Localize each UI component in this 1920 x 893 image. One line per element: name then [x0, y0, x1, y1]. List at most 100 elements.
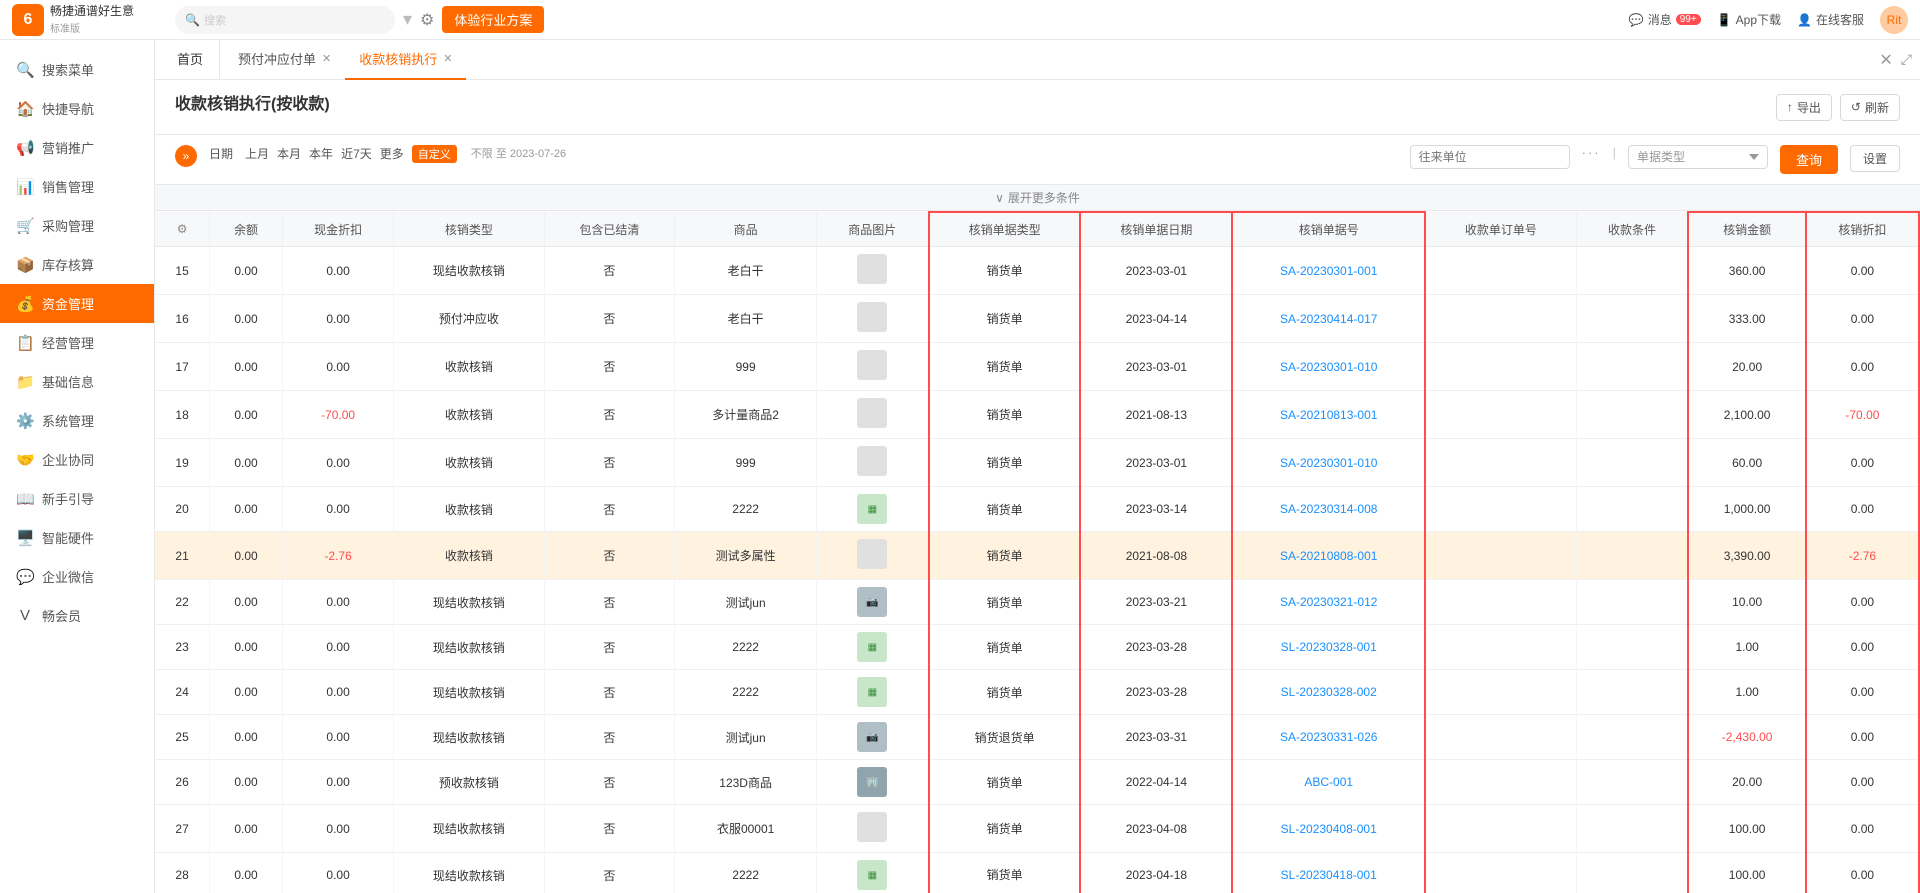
partner-dots: ···	[1582, 145, 1601, 160]
tab-close-window-icon[interactable]: ✕	[1879, 50, 1892, 70]
main-area: 首页 预付冲应付单 ✕ 收款核销执行 ✕ ✕ ⤢ 收款核销执行(按收款)	[155, 40, 1920, 893]
cancel-no-link[interactable]: SL-20230418-001	[1281, 868, 1377, 882]
cell-balance: 0.00	[210, 805, 283, 853]
settings-top-icon[interactable]: ⚙	[420, 10, 434, 30]
cancel-no-link[interactable]: SA-20230301-001	[1280, 264, 1377, 278]
tab-collect-label: 收款核销执行	[359, 49, 437, 68]
cell-balance: 0.00	[210, 247, 283, 295]
cancel-no-link[interactable]: SL-20230328-001	[1281, 640, 1377, 654]
cancel-no-link[interactable]: SA-20230301-010	[1280, 360, 1377, 374]
cell-goods-img	[816, 391, 928, 439]
cancel-no-link[interactable]: SA-20210813-001	[1280, 408, 1377, 422]
date-this-month[interactable]: 本月	[277, 145, 301, 163]
sidebar-item-smart[interactable]: 🖥️ 智能硬件	[0, 518, 154, 557]
sidebar-label-smart: 智能硬件	[42, 528, 94, 547]
table-row: 25 0.00 0.00 现结收款核销 否 测试jun 📷 销货退货单 2023…	[155, 715, 1919, 760]
sidebar-item-wechat[interactable]: 💬 企业微信	[0, 557, 154, 596]
sidebar-label-finance: 资金管理	[42, 294, 94, 313]
tab-collect-close[interactable]: ✕	[443, 52, 452, 65]
sidebar-item-finance[interactable]: 💰 资金管理	[0, 284, 154, 323]
filter-toggle-btn[interactable]: »	[175, 145, 197, 167]
order-type-select[interactable]: 单据类型	[1628, 145, 1768, 169]
col-gear[interactable]: ⚙	[155, 212, 210, 247]
sidebar-item-inventory[interactable]: 📦 库存核算	[0, 245, 154, 284]
home-icon: 🏠	[16, 100, 34, 118]
cell-goods: 2222	[675, 853, 817, 893]
partner-input[interactable]	[1410, 145, 1570, 169]
cell-cancel-no: SL-20230408-001	[1232, 805, 1425, 853]
cell-balance: 0.00	[210, 625, 283, 670]
sidebar-item-member[interactable]: V 畅会员	[0, 596, 154, 635]
date-7days[interactable]: 近7天	[341, 145, 372, 163]
sidebar-item-basics[interactable]: 📁 基础信息	[0, 362, 154, 401]
sidebar-item-purchase[interactable]: 🛒 采购管理	[0, 206, 154, 245]
cancel-no-link[interactable]: ABC-001	[1304, 775, 1353, 789]
cell-collect-cond	[1576, 715, 1688, 760]
tab-prepay-close[interactable]: ✕	[322, 52, 331, 65]
sidebar-label-search: 搜索菜单	[42, 60, 94, 79]
export-btn[interactable]: ↑ 导出	[1776, 94, 1832, 121]
sidebar-label-system: 系统管理	[42, 411, 94, 430]
cell-cancel-bill-type: 销货单	[929, 391, 1081, 439]
cell-balance: 0.00	[210, 532, 283, 580]
cell-cancel-bill-type: 销货单	[929, 760, 1081, 805]
cancel-no-link[interactable]: SA-20230414-017	[1280, 312, 1377, 326]
expand-bar[interactable]: ∨ 展开更多条件	[155, 185, 1920, 211]
sidebar-item-guide[interactable]: 📖 新手引导	[0, 479, 154, 518]
tab-home[interactable]: 首页	[163, 40, 220, 80]
sidebar-item-quick[interactable]: 🏠 快捷导航	[0, 89, 154, 128]
export-label: 导出	[1797, 99, 1821, 116]
cancel-no-link[interactable]: SA-20230331-026	[1280, 730, 1377, 744]
cancel-no-link[interactable]: SA-20230301-010	[1280, 456, 1377, 470]
message-btn[interactable]: 💬 消息 99+	[1629, 11, 1701, 28]
table-row: 24 0.00 0.00 现结收款核销 否 2222 ▦ 销货单 2023-03…	[155, 670, 1919, 715]
cell-cancel-amount: 20.00	[1688, 760, 1805, 805]
sidebar-item-search[interactable]: 🔍 搜索菜单	[0, 50, 154, 89]
cancel-no-link[interactable]: SA-20230321-012	[1280, 595, 1377, 609]
date-custom-btn[interactable]: 自定义	[412, 145, 457, 163]
refresh-btn[interactable]: ↺ 刷新	[1840, 94, 1900, 121]
query-btn[interactable]: 查询	[1780, 145, 1838, 174]
col-collect-cond: 收款条件	[1576, 212, 1688, 247]
cell-cash-discount: -70.00	[282, 391, 393, 439]
cancel-no-link[interactable]: SA-20210808-001	[1280, 549, 1377, 563]
cell-no: 28	[155, 853, 210, 893]
cell-cancel-no: SA-20230321-012	[1232, 580, 1425, 625]
table-container[interactable]: ⚙ 余额 现金折扣 核销类型 包含已结清 商品 商品图片 核销单据类型 核销单据…	[155, 211, 1920, 893]
cell-cancel-discount: -70.00	[1806, 391, 1919, 439]
sidebar-item-enterprise[interactable]: 🤝 企业协同	[0, 440, 154, 479]
sidebar-item-operations[interactable]: 📋 经营管理	[0, 323, 154, 362]
dropdown-icon[interactable]: ▾	[403, 9, 412, 30]
cell-cancel-discount: 0.00	[1806, 247, 1919, 295]
cell-include-settled: 否	[544, 532, 675, 580]
cell-cancel-bill-type: 销货单	[929, 439, 1081, 487]
sidebar-label-operations: 经营管理	[42, 333, 94, 352]
cell-goods: 2222	[675, 625, 817, 670]
app-download-btn[interactable]: 📱 App下载	[1717, 11, 1781, 28]
sidebar-item-marketing[interactable]: 📢 营销推广	[0, 128, 154, 167]
settings-btn[interactable]: 设置	[1850, 145, 1900, 172]
tab-maximize-icon[interactable]: ⤢	[1901, 51, 1912, 68]
cell-collect-no	[1425, 295, 1576, 343]
top-search[interactable]: 🔍 搜索	[175, 6, 395, 34]
cancel-no-link[interactable]: SL-20230328-002	[1281, 685, 1377, 699]
date-this-year[interactable]: 本年	[309, 145, 333, 163]
cancel-no-link[interactable]: SL-20230408-001	[1281, 822, 1377, 836]
tab-prepay[interactable]: 预付冲应付单 ✕	[224, 40, 345, 80]
sidebar-label-guide: 新手引导	[42, 489, 94, 508]
industry-btn[interactable]: 体验行业方案	[442, 6, 544, 33]
tab-home-label: 首页	[177, 49, 203, 68]
sidebar-item-system[interactable]: ⚙️ 系统管理	[0, 401, 154, 440]
cell-collect-cond	[1576, 853, 1688, 893]
online-service-btn[interactable]: 👤 在线客服	[1797, 11, 1864, 28]
date-more[interactable]: 更多	[380, 145, 404, 163]
date-last-month[interactable]: 上月	[245, 145, 269, 163]
tab-collect[interactable]: 收款核销执行 ✕	[345, 40, 466, 80]
col-cash-discount: 现金折扣	[282, 212, 393, 247]
sidebar-item-sales[interactable]: 📊 销售管理	[0, 167, 154, 206]
cell-balance: 0.00	[210, 487, 283, 532]
cancel-no-link[interactable]: SA-20230314-008	[1280, 502, 1377, 516]
table-row: 28 0.00 0.00 现结收款核销 否 2222 ▦ 销货单 2023-04…	[155, 853, 1919, 893]
cell-goods: 2222	[675, 487, 817, 532]
user-avatar[interactable]: Rit	[1880, 6, 1908, 34]
